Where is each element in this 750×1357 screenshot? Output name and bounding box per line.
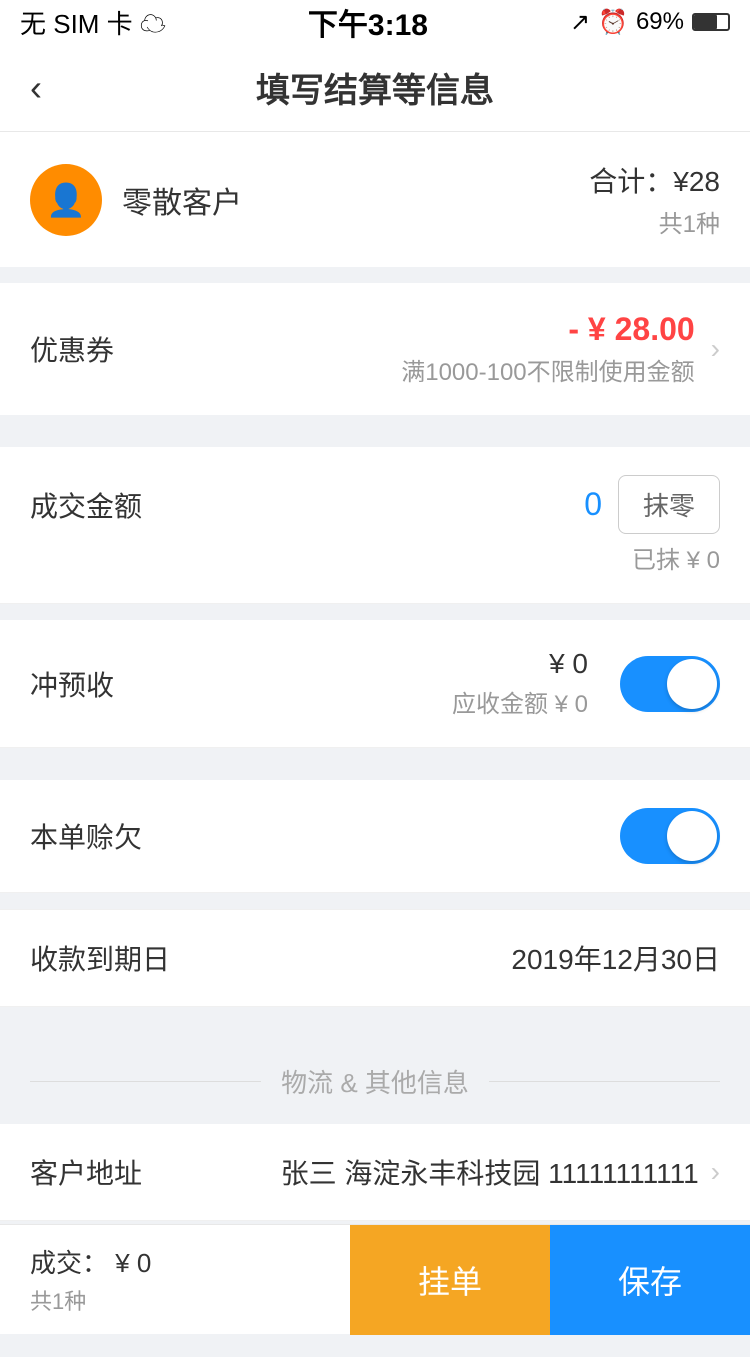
page-title: 填写结算等信息 [256,63,494,112]
credit-section: 本单赊欠 [0,780,750,893]
customer-total: 合计：¥28 [589,160,720,200]
sep-line-right [489,1081,720,1082]
status-left: 无 SIM 卡 ☁ [20,4,166,41]
transaction-right: 0 抹零 [584,475,720,534]
summary-label: 成交： [30,1248,108,1278]
coupon-label: 优惠券 [30,329,150,369]
sep-line-left [30,1081,261,1082]
divider-2 [0,764,750,780]
customer-name: 零散客户 [122,178,242,222]
person-icon: 👤 [46,181,86,219]
address-chevron-icon: › [711,1156,720,1188]
address-label: 客户地址 [30,1152,150,1192]
status-bar: 无 SIM 卡 ☁ 下午3:18 ↗ ⏰ 69% [0,0,750,44]
customer-section: 👤 零散客户 合计：¥28 共1种 [0,132,750,267]
credit-label: 本单赊欠 [30,816,150,856]
coupon-description: 满1000-100不限制使用金额 [401,352,694,387]
credit-toggle[interactable] [620,808,720,864]
transaction-label: 成交金额 [30,485,150,525]
transaction-value: 0 [584,486,602,523]
logistics-label: 物流 & 其他信息 [281,1063,469,1100]
summary-value: ¥ 0 [115,1248,151,1278]
logistics-separator: 物流 & 其他信息 [0,1039,750,1124]
divider-1 [0,431,750,447]
content-area: 👤 零散客户 合计：¥28 共1种 优惠券 - ¥ 28.00 满1000-10… [0,132,750,1357]
prepayment-value: ¥ 0 [452,648,588,680]
address-section[interactable]: 客户地址 张三 海淀永丰科技园 11111111111 › [0,1124,750,1221]
prepayment-subtext: 应收金额 ¥ 0 [452,684,588,719]
coupon-chevron-icon: › [711,333,720,365]
prepayment-label: 冲预收 [30,664,150,704]
save-button[interactable]: 保存 [550,1225,750,1335]
round-zero-button[interactable]: 抹零 [618,475,720,534]
transaction-section: 成交金额 0 抹零 已抹 ¥ 0 [0,447,750,604]
bottom-bar: 成交： ¥ 0 共1种 挂单 保存 [0,1224,750,1334]
divider-3 [0,1023,750,1039]
avatar: 👤 [30,164,102,236]
back-button[interactable]: ‹ [30,67,42,109]
coupon-section[interactable]: 优惠券 - ¥ 28.00 满1000-100不限制使用金额 › [0,283,750,415]
toggle-knob-2 [667,811,717,861]
prepayment-toggle[interactable] [620,656,720,712]
coupon-right: - ¥ 28.00 满1000-100不限制使用金额 [401,311,694,387]
toggle-knob [667,659,717,709]
due-date-value: 2019年12月30日 [511,938,720,978]
bottom-summary-top: 成交： ¥ 0 [30,1243,320,1280]
bottom-summary: 成交： ¥ 0 共1种 [0,1243,350,1316]
no-sim-text: 无 SIM 卡 ☁ [20,4,166,41]
customer-left: 👤 零散客户 [30,164,242,236]
location-icon: ↗ [570,8,590,37]
alarm-icon: ⏰ [598,8,628,37]
status-time: 下午3:18 [308,0,428,44]
prepayment-section: 冲预收 ¥ 0 应收金额 ¥ 0 [0,620,750,748]
battery-icon-visual [692,13,730,31]
customer-count: 共1种 [589,204,720,239]
transaction-subtext: 已抹 ¥ 0 [632,547,720,574]
customer-right: 合计：¥28 共1种 [589,160,720,239]
due-date-section: 收款到期日 2019年12月30日 [0,909,750,1007]
battery-text: 69% [636,8,684,36]
status-right: ↗ ⏰ 69% [570,8,730,37]
bottom-count: 共1种 [30,1284,320,1316]
logistics-separator-line: 物流 & 其他信息 [30,1063,720,1100]
due-date-label: 收款到期日 [30,938,170,978]
prepayment-right: ¥ 0 应收金额 ¥ 0 [452,648,720,719]
nav-bar: ‹ 填写结算等信息 [0,44,750,132]
address-value: 张三 海淀永丰科技园 11111111111 [170,1152,699,1192]
hold-button[interactable]: 挂单 [350,1225,550,1335]
coupon-discount: - ¥ 28.00 [401,311,694,348]
